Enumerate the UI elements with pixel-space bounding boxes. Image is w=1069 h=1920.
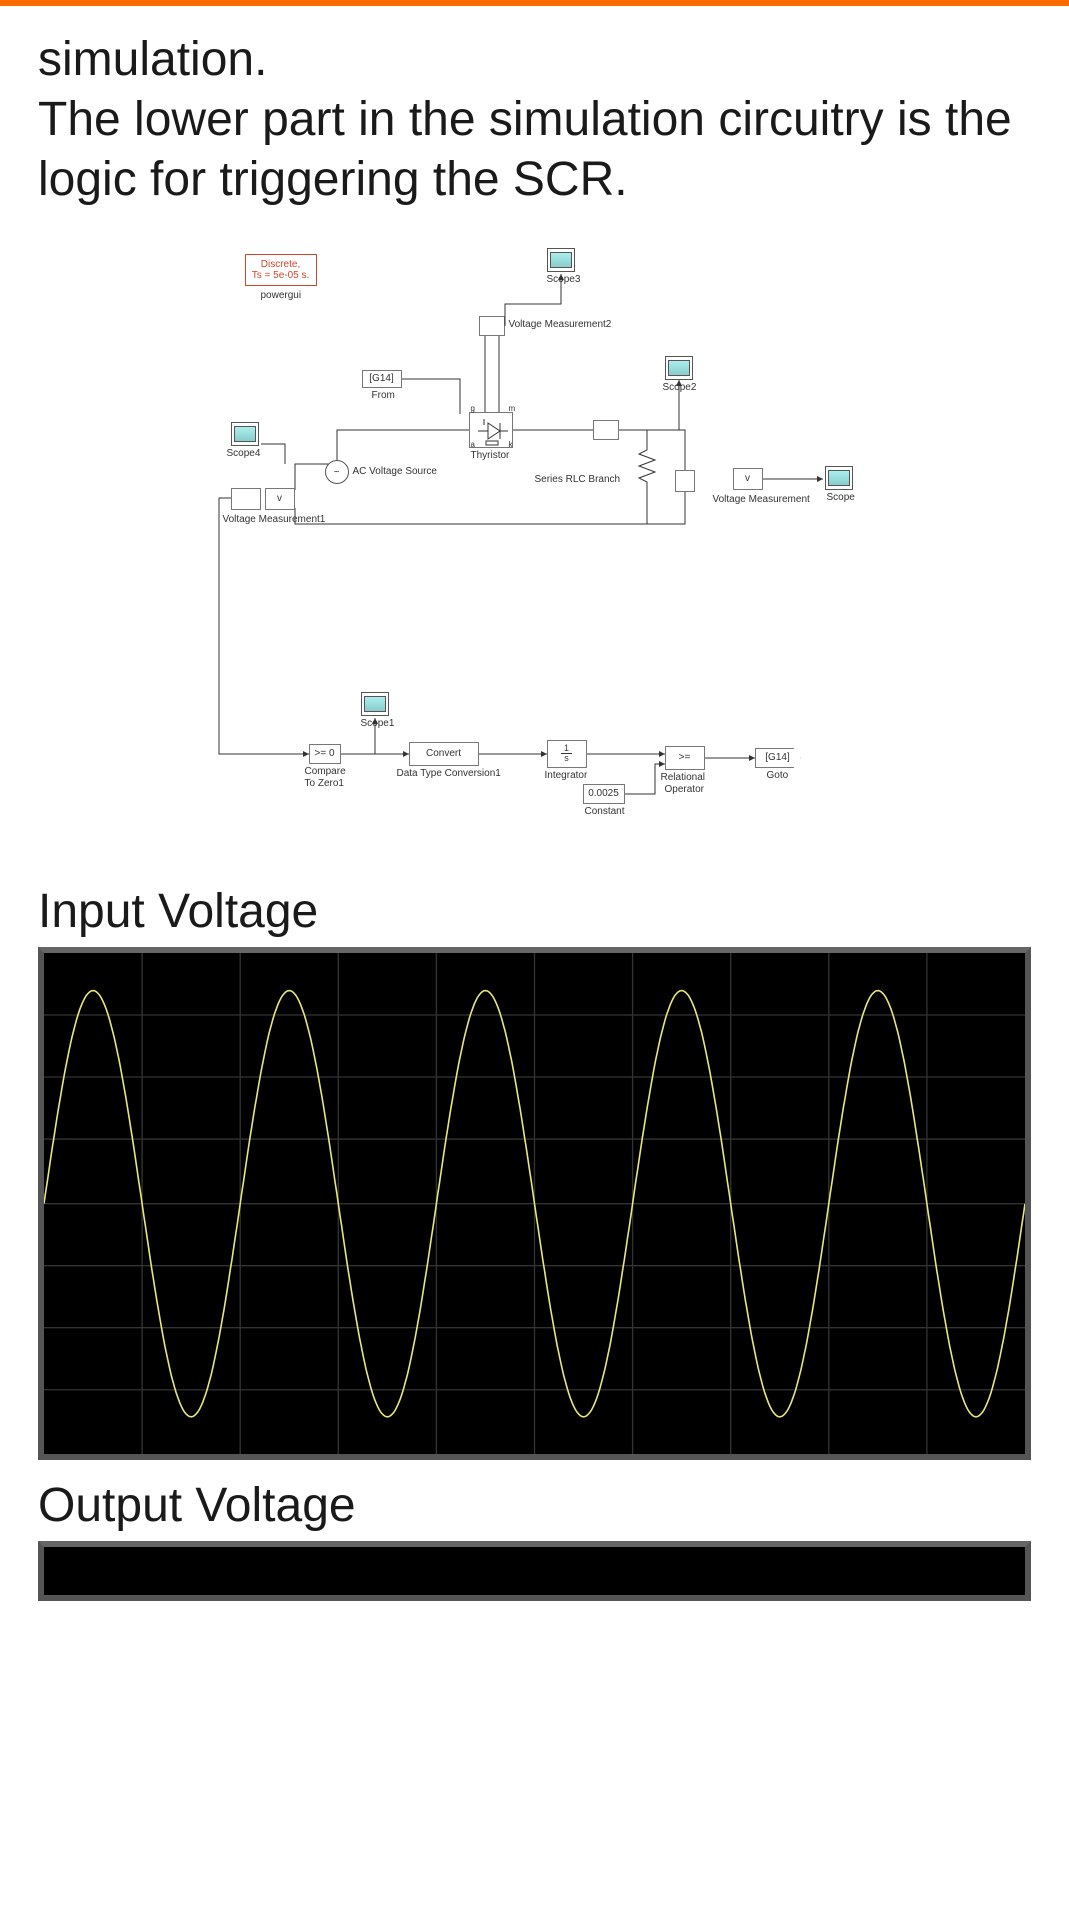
powergui-line1: Discrete, [248,259,314,270]
page-content: simulation. The lower part in the simula… [0,6,1069,1601]
scope-block [825,466,853,490]
scope-label: Scope [827,492,855,503]
vm1-out-block [231,488,261,510]
scope2-label: Scope2 [663,382,697,393]
scope-icon [547,248,575,272]
thyristor-port-m: m [509,404,516,413]
scope3-block [547,248,575,272]
vm-sym: v [745,473,750,484]
from-tag: [G14] [369,373,393,384]
convert-block: Convert [409,742,479,766]
thyristor-icon [470,413,514,449]
goto-tag: [G14] [765,752,789,763]
scope1-block [361,692,389,716]
input-voltage-svg [44,953,1025,1454]
scope2-block [665,356,693,380]
compare-label-1: Compare [305,766,346,777]
scope-icon [665,356,693,380]
voltage-measurement-block: v [733,468,763,490]
thyristor-label: Thyristor [471,450,510,461]
compare-block: >= 0 [309,744,341,764]
powergui-block: Discrete, Ts = 5e-05 s. [245,254,317,286]
voltage-measurement2-block [479,316,505,336]
constant-block: 0.0025 [583,784,625,804]
voltage-measurement1-block: v [265,488,295,510]
thyristor-port-a: a [471,440,475,449]
relational-block: >= [665,746,705,770]
output-voltage-chart [38,1541,1031,1601]
series-rlc-marker [593,420,619,440]
body-line-1: simulation. [38,33,267,86]
relational-label-1: Relational [661,772,705,783]
integrator-label: Integrator [545,770,588,781]
compare-sym: >= 0 [314,748,334,759]
scope4-label: Scope4 [227,448,261,459]
series-rlc-label: Series RLC Branch [535,474,621,485]
scope4-block [231,422,259,446]
relop-sym: >= [679,752,691,763]
constant-val: 0.0025 [588,788,619,799]
input-voltage-chart [38,947,1031,1460]
thyristor-port-k: k [509,440,513,449]
from-block: [G14] [362,370,402,388]
simulink-diagram: Discrete, Ts = 5e-05 s. powergui Scope3 … [175,244,895,864]
output-voltage-heading: Output Voltage [38,1478,1031,1533]
scope-icon [361,692,389,716]
scope-icon [825,466,853,490]
ac-source-block: ~ [325,460,349,484]
voltage-measurement-label: Voltage Measurement [713,494,810,505]
relational-label-2: Operator [665,784,704,795]
vm-port-block [675,470,695,492]
constant-label: Constant [585,806,625,817]
goto-label: Goto [767,770,789,781]
ac-source-label: AC Voltage Source [353,466,438,477]
body-line-2: The lower part in the simulation circuit… [38,93,1012,206]
body-paragraph: simulation. The lower part in the simula… [38,30,1031,210]
scope-icon [231,422,259,446]
powergui-line2: Ts = 5e-05 s. [248,270,314,281]
input-voltage-heading: Input Voltage [38,884,1031,939]
vm1-sym: v [277,493,282,504]
convert-label: Data Type Conversion1 [397,768,501,779]
thyristor-port-g: g [471,404,475,413]
goto-block: [G14] [755,748,801,768]
compare-label-2: To Zero1 [305,778,344,789]
convert-text: Convert [426,748,461,759]
from-label: From [372,390,395,401]
integrator-block: 1s [547,740,587,768]
scope3-label: Scope3 [547,274,581,285]
scope1-label: Scope1 [361,718,395,729]
voltage-measurement2-label: Voltage Measurement2 [509,319,612,330]
powergui-label: powergui [261,290,302,301]
voltage-measurement1-label: Voltage Measurement1 [223,514,326,525]
thyristor-block [469,412,513,448]
